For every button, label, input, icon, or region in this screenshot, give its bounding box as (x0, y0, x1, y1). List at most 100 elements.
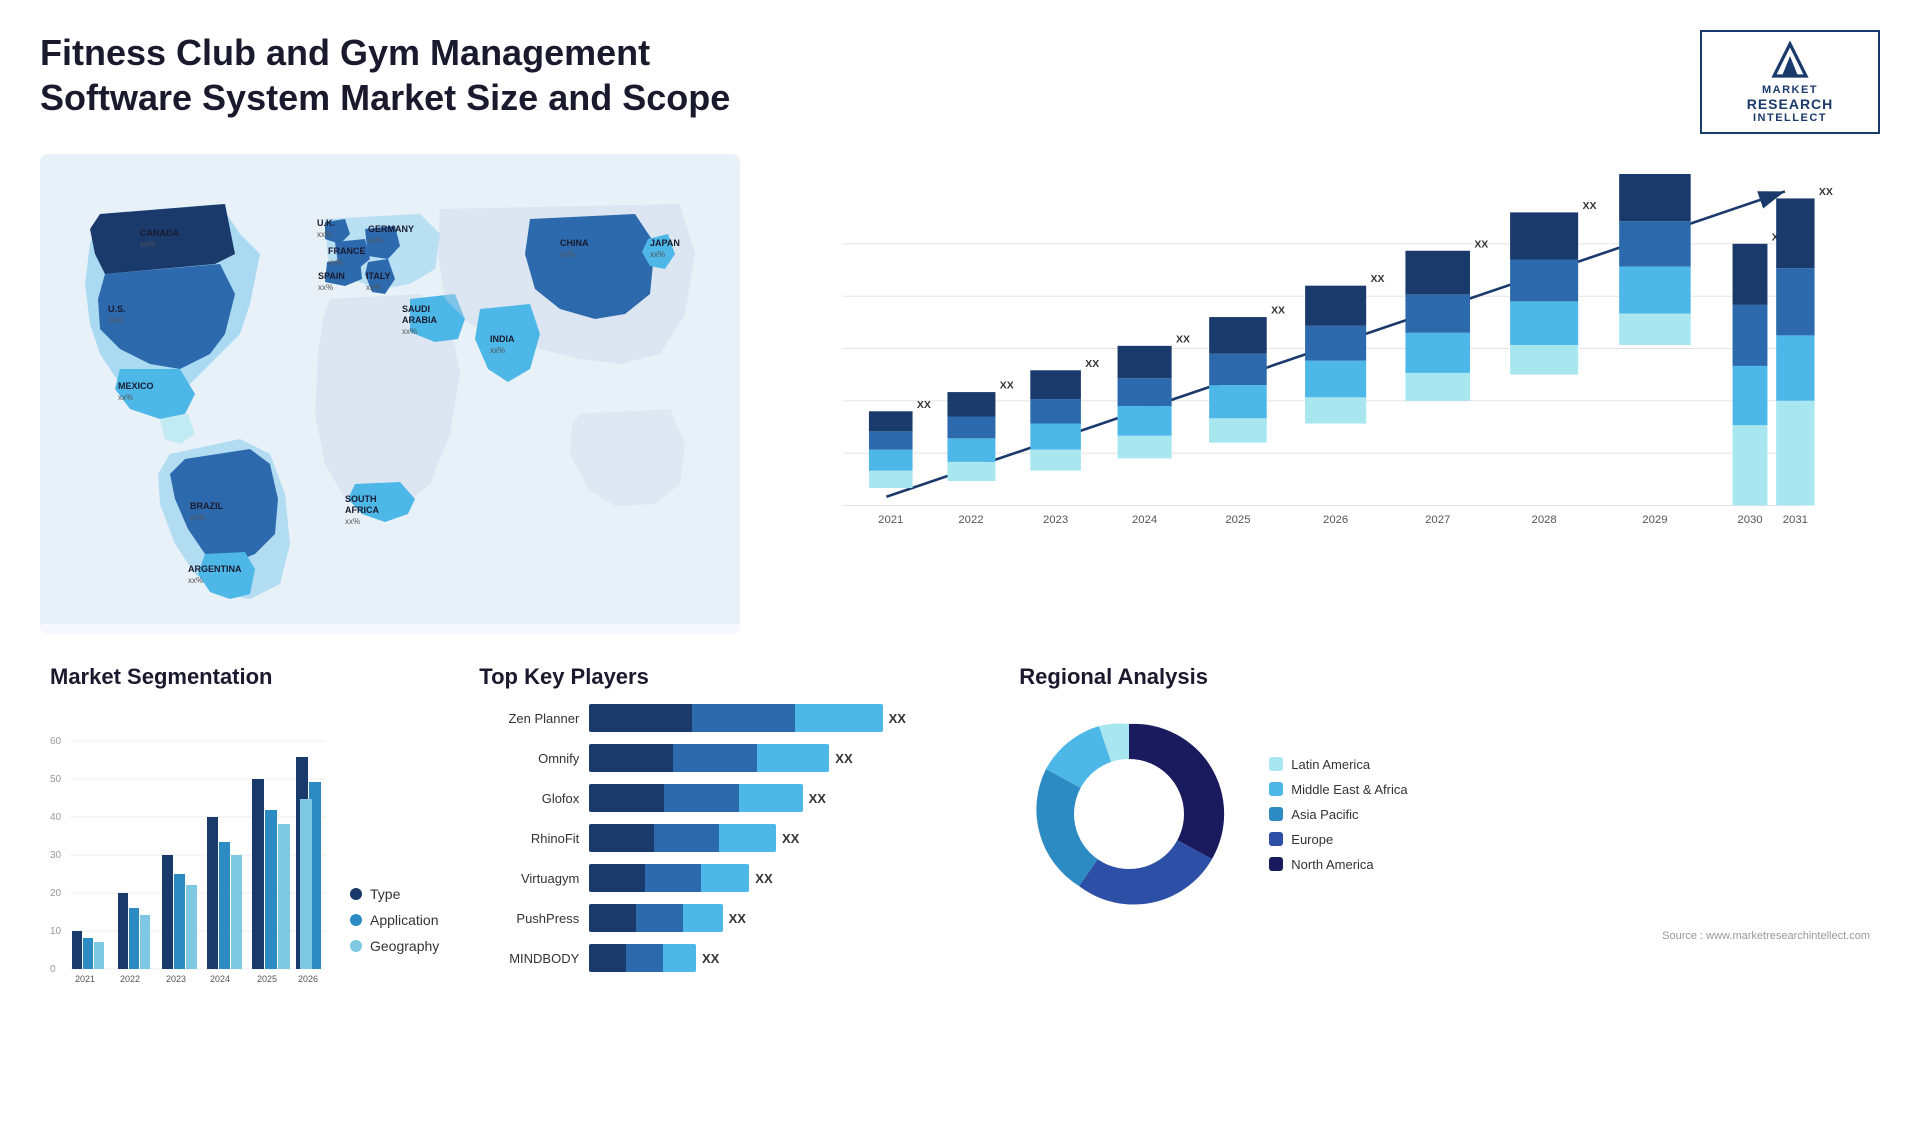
svg-text:U.S.: U.S. (108, 304, 126, 314)
svg-text:CANADA: CANADA (140, 228, 179, 238)
player-bar (589, 704, 882, 732)
svg-text:50: 50 (50, 774, 62, 785)
region-latin-america: Latin America (1269, 757, 1407, 772)
player-bar (589, 904, 722, 932)
seg-bars: 0 10 20 30 40 50 60 (50, 704, 330, 984)
player-row: Virtuagym XX (479, 864, 979, 892)
svg-text:2021: 2021 (75, 974, 95, 984)
svg-text:SPAIN: SPAIN (318, 271, 345, 281)
player-name: Virtuagym (479, 871, 579, 886)
legend-label-geography: Geography (370, 938, 439, 954)
svg-text:2030: 2030 (1737, 514, 1762, 526)
player-bar (589, 784, 802, 812)
legend-label-type: Type (370, 886, 400, 902)
svg-text:SOUTH: SOUTH (345, 494, 377, 504)
svg-text:60: 60 (50, 736, 62, 747)
page-title: Fitness Club and Gym Management Software… (40, 30, 790, 120)
region-legend: Latin America Middle East & Africa Asia … (1269, 757, 1407, 872)
svg-text:2021: 2021 (878, 514, 903, 526)
svg-text:XX: XX (1583, 201, 1597, 212)
svg-text:2023: 2023 (1043, 514, 1068, 526)
svg-text:30: 30 (50, 850, 62, 861)
players-title: Top Key Players (479, 664, 979, 690)
player-bar-container: XX (589, 784, 979, 812)
logo-icon (1765, 40, 1815, 80)
player-name: Zen Planner (479, 711, 579, 726)
player-bar-container: XX (589, 824, 979, 852)
region-dot-na (1269, 857, 1283, 871)
svg-text:xx%: xx% (318, 283, 333, 292)
region-dot-latin (1269, 757, 1283, 771)
growth-chart-svg: 2021 XX 2022 XX 2023 XX (820, 174, 1860, 584)
player-name: PushPress (479, 911, 579, 926)
player-bar-container: XX (589, 744, 979, 772)
svg-text:xx%: xx% (190, 513, 205, 522)
source-text: Source : www.marketresearchintellect.com (1019, 930, 1870, 942)
header: Fitness Club and Gym Management Software… (40, 30, 1880, 134)
svg-text:xx%: xx% (188, 576, 203, 585)
player-bar-container: XX (589, 864, 979, 892)
svg-text:2024: 2024 (210, 974, 230, 984)
player-bar-value: XX (835, 751, 852, 766)
player-bar-container: XX (589, 704, 979, 732)
legend-dot-application (350, 914, 362, 926)
svg-text:2024: 2024 (1132, 514, 1157, 526)
segmentation-section: Market Segmentation 0 10 20 30 40 50 60 (40, 654, 449, 1074)
region-dot-mea (1269, 782, 1283, 796)
legend-label-application: Application (370, 912, 439, 928)
top-section: CANADA xx% U.S. xx% MEXICO xx% BRAZIL xx… (40, 154, 1880, 634)
svg-text:2022: 2022 (120, 974, 140, 984)
svg-text:ARABIA: ARABIA (402, 315, 437, 325)
seg-chart-area: 0 10 20 30 40 50 60 (50, 704, 439, 984)
svg-text:FRANCE: FRANCE (328, 246, 366, 256)
seg-legend: Type Application Geography (350, 886, 439, 984)
player-row: PushPressXX (479, 904, 979, 932)
player-name: MINDBODY (479, 951, 579, 966)
growth-chart: 2021 XX 2022 XX 2023 XX (760, 154, 1880, 634)
regional-section: Regional Analysis Latin Ame (1009, 654, 1880, 1074)
svg-text:xx%: xx% (368, 236, 383, 245)
svg-text:2026: 2026 (298, 974, 318, 984)
svg-text:xx%: xx% (366, 283, 381, 292)
region-asia-pacific: Asia Pacific (1269, 807, 1407, 822)
player-bar-value: XX (889, 711, 906, 726)
svg-text:2025: 2025 (257, 974, 277, 984)
svg-text:XX: XX (1474, 239, 1488, 250)
legend-geography: Geography (350, 938, 439, 954)
svg-text:GERMANY: GERMANY (368, 224, 414, 234)
regional-title: Regional Analysis (1019, 664, 1870, 690)
region-label-mea: Middle East & Africa (1291, 782, 1407, 797)
svg-text:XX: XX (1271, 306, 1285, 317)
svg-text:XX: XX (1000, 381, 1014, 392)
svg-text:XX: XX (917, 400, 931, 411)
svg-text:2023: 2023 (166, 974, 186, 984)
player-row: GlofoxXX (479, 784, 979, 812)
legend-dot-geography (350, 940, 362, 952)
svg-text:xx%: xx% (345, 517, 360, 526)
player-bar-value: XX (809, 791, 826, 806)
player-bar-value: XX (782, 831, 799, 846)
logo-text-intellect: INTELLECT (1753, 112, 1827, 124)
player-bar-value: XX (755, 871, 772, 886)
region-dot-apac (1269, 807, 1283, 821)
svg-text:xx%: xx% (108, 316, 123, 325)
svg-text:xx%: xx% (490, 346, 505, 355)
logo-text-market: MARKET (1762, 84, 1818, 96)
region-label-apac: Asia Pacific (1291, 807, 1358, 822)
player-row: Zen Planner XX (479, 704, 979, 732)
svg-text:CHINA: CHINA (560, 238, 589, 248)
svg-text:0: 0 (50, 964, 56, 975)
donut-chart (1019, 704, 1239, 924)
region-label-na: North America (1291, 857, 1373, 872)
svg-text:xx%: xx% (560, 250, 575, 259)
svg-text:2028: 2028 (1532, 514, 1557, 526)
svg-text:xx%: xx% (118, 393, 133, 402)
logo-text-research: RESEARCH (1747, 96, 1834, 112)
svg-text:20: 20 (50, 888, 62, 899)
svg-text:XX: XX (1085, 359, 1099, 370)
player-row: MINDBODYXX (479, 944, 979, 972)
svg-text:ITALY: ITALY (366, 271, 391, 281)
svg-text:2031: 2031 (1783, 514, 1808, 526)
player-bar (589, 824, 776, 852)
svg-text:SAUDI: SAUDI (402, 304, 430, 314)
